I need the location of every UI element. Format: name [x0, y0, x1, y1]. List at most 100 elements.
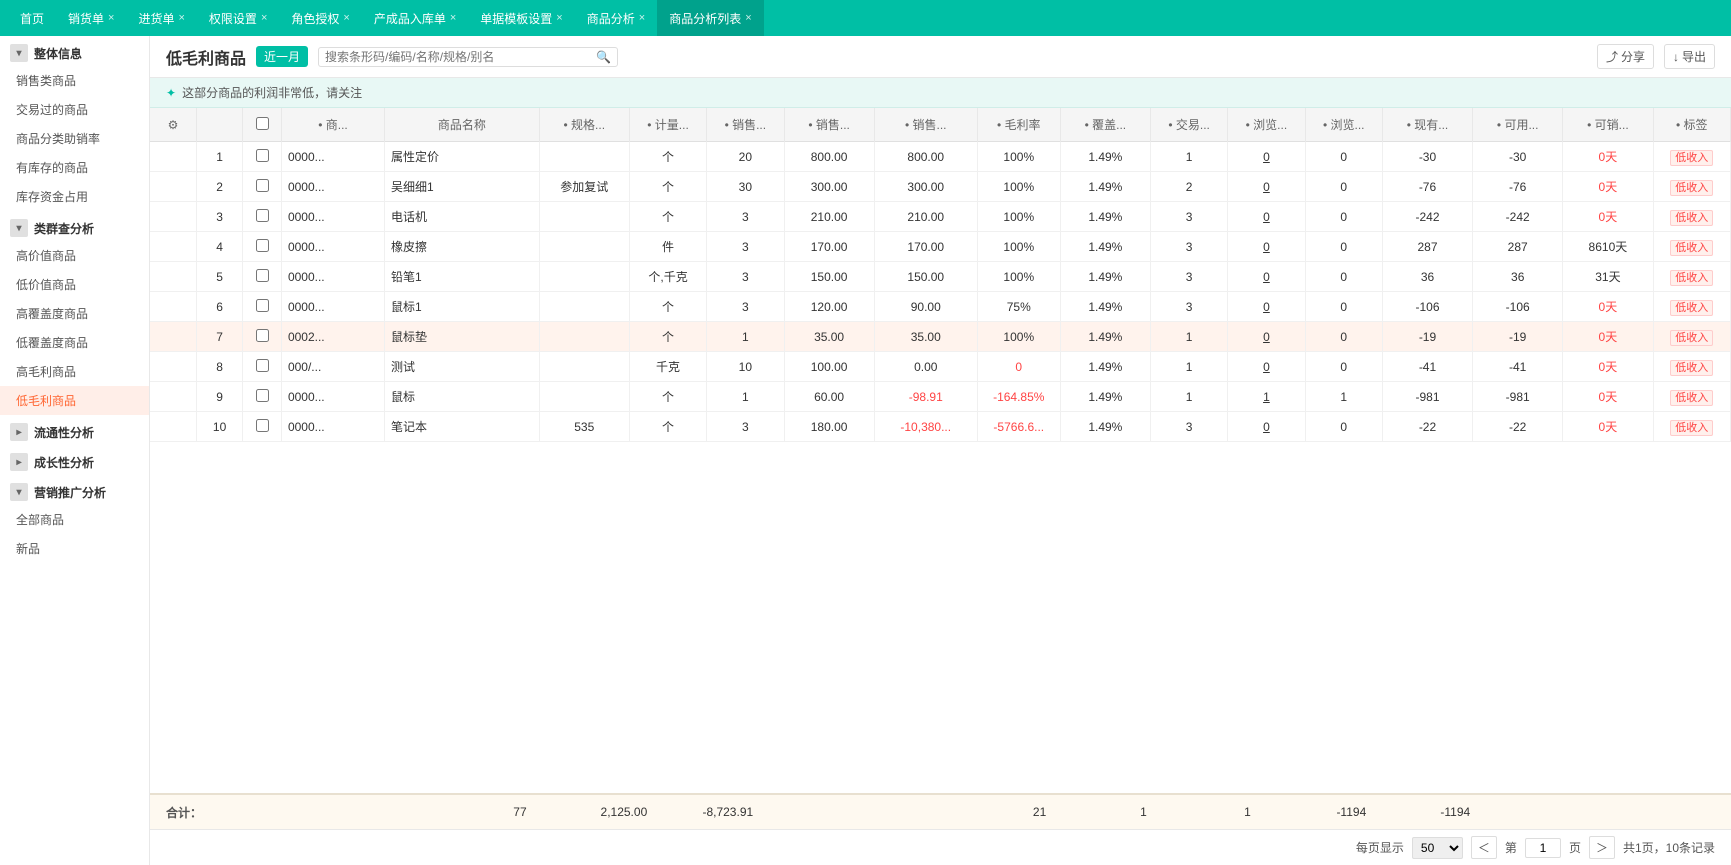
sidebar-item-new-goods[interactable]: 新品: [0, 534, 149, 563]
table-container[interactable]: ⚙ • 商... 商品名称 • 规格... • 计量... • 销售... • …: [150, 108, 1731, 793]
row-checkbox[interactable]: [256, 239, 269, 252]
search-icon[interactable]: 🔍: [596, 50, 611, 64]
cell-check[interactable]: [243, 382, 282, 412]
sidebar-group-overall[interactable]: ▾ 整体信息: [0, 36, 149, 66]
sidebar-group-marketing[interactable]: ▾ 营销推广分析: [0, 475, 149, 505]
sidebar-item-stock-goods[interactable]: 有库存的商品: [0, 153, 149, 182]
col-views2-header[interactable]: • 浏览...: [1305, 108, 1382, 142]
cell-check[interactable]: [243, 412, 282, 442]
nav-purchase-close[interactable]: ×: [178, 12, 184, 24]
cell-name[interactable]: 测试: [385, 352, 540, 382]
cell-name[interactable]: 笔记本: [385, 412, 540, 442]
per-page-select[interactable]: 50 100 200: [1412, 837, 1463, 859]
cell-name[interactable]: 鼠标1: [385, 292, 540, 322]
nav-roles-close[interactable]: ×: [343, 12, 349, 24]
cell-check[interactable]: [243, 292, 282, 322]
nav-template-close[interactable]: ×: [556, 12, 562, 24]
sidebar-item-low-value[interactable]: 低价值商品: [0, 270, 149, 299]
nav-home[interactable]: 首页: [8, 0, 56, 36]
select-all-checkbox[interactable]: [256, 117, 269, 130]
cell-views1[interactable]: 0: [1228, 202, 1305, 232]
nav-permissions-close[interactable]: ×: [261, 12, 267, 24]
row-checkbox[interactable]: [256, 419, 269, 432]
nav-roles[interactable]: 角色授权 ×: [279, 0, 361, 36]
col-views1-header[interactable]: • 浏览...: [1228, 108, 1305, 142]
sidebar-item-high-coverage[interactable]: 高覆盖度商品: [0, 299, 149, 328]
col-saleable-header[interactable]: • 可销...: [1563, 108, 1653, 142]
export-button[interactable]: ↓ 导出: [1664, 44, 1715, 69]
row-checkbox[interactable]: [256, 179, 269, 192]
sidebar-group-flow[interactable]: ▸ 流通性分析: [0, 415, 149, 445]
cell-name[interactable]: 鼠标: [385, 382, 540, 412]
col-sales-price-header[interactable]: • 销售...: [784, 108, 874, 142]
col-current-header[interactable]: • 现有...: [1382, 108, 1472, 142]
col-cover-header[interactable]: • 覆盖...: [1060, 108, 1150, 142]
nav-product-analysis[interactable]: 商品分析 ×: [575, 0, 657, 36]
sidebar-item-all-goods[interactable]: 全部商品: [0, 505, 149, 534]
sidebar-item-sales-goods[interactable]: 销售类商品: [0, 66, 149, 95]
search-input[interactable]: [325, 50, 596, 64]
cell-views1[interactable]: 0: [1228, 292, 1305, 322]
sidebar-item-low-margin[interactable]: 低毛利商品: [0, 386, 149, 415]
collapse-growth-icon[interactable]: ▸: [10, 453, 28, 471]
col-available-header[interactable]: • 可用...: [1473, 108, 1563, 142]
cell-views1[interactable]: 1: [1228, 382, 1305, 412]
cell-views1[interactable]: 0: [1228, 352, 1305, 382]
collapse-marketing-icon[interactable]: ▾: [10, 483, 28, 501]
nav-template[interactable]: 单据模板设置 ×: [468, 0, 574, 36]
cell-views1[interactable]: 0: [1228, 232, 1305, 262]
col-sales-qty-header[interactable]: • 销售...: [707, 108, 784, 142]
cell-views1[interactable]: 0: [1228, 262, 1305, 292]
collapse-cluster-icon[interactable]: ▾: [10, 219, 28, 237]
col-unit-header[interactable]: • 计量...: [629, 108, 706, 142]
sidebar-group-growth[interactable]: ▸ 成长性分析: [0, 445, 149, 475]
row-checkbox[interactable]: [256, 209, 269, 222]
sidebar-item-low-coverage[interactable]: 低覆盖度商品: [0, 328, 149, 357]
sidebar-group-cluster[interactable]: ▾ 类群查分析: [0, 211, 149, 241]
nav-product-list-close[interactable]: ×: [745, 12, 751, 24]
nav-sales[interactable]: 销货单 ×: [56, 0, 126, 36]
col-tag-header[interactable]: • 标签: [1653, 108, 1731, 142]
nav-product-entry[interactable]: 产成品入库单 ×: [362, 0, 468, 36]
row-checkbox[interactable]: [256, 359, 269, 372]
cell-name[interactable]: 铅笔1: [385, 262, 540, 292]
nav-sales-close[interactable]: ×: [108, 12, 114, 24]
cell-views1[interactable]: 0: [1228, 412, 1305, 442]
sidebar-item-capital[interactable]: 库存资金占用: [0, 182, 149, 211]
col-sales-amount-header[interactable]: • 销售...: [874, 108, 977, 142]
cell-check[interactable]: [243, 172, 282, 202]
cell-check[interactable]: [243, 352, 282, 382]
cell-name[interactable]: 电话机: [385, 202, 540, 232]
period-button[interactable]: 近一月: [256, 46, 308, 67]
row-checkbox[interactable]: [256, 329, 269, 342]
sidebar-item-high-value[interactable]: 高价值商品: [0, 241, 149, 270]
cell-name[interactable]: 鼠标垫: [385, 322, 540, 352]
sidebar-item-traded-goods[interactable]: 交易过的商品: [0, 95, 149, 124]
row-checkbox[interactable]: [256, 299, 269, 312]
nav-product-analysis-close[interactable]: ×: [639, 12, 645, 24]
col-code-header[interactable]: • 商...: [281, 108, 384, 142]
page-number-input[interactable]: [1525, 838, 1561, 858]
nav-product-list[interactable]: 商品分析列表 ×: [657, 0, 763, 36]
nav-product-entry-close[interactable]: ×: [450, 12, 456, 24]
share-button[interactable]: ⤴ 分享: [1597, 44, 1654, 69]
sidebar-item-category-rate[interactable]: 商品分类助销率: [0, 124, 149, 153]
collapse-flow-icon[interactable]: ▸: [10, 423, 28, 441]
col-settings[interactable]: ⚙: [150, 108, 196, 142]
nav-purchase[interactable]: 进货单 ×: [126, 0, 196, 36]
sidebar-item-high-margin[interactable]: 高毛利商品: [0, 357, 149, 386]
cell-check[interactable]: [243, 232, 282, 262]
row-checkbox[interactable]: [256, 149, 269, 162]
cell-check[interactable]: [243, 262, 282, 292]
row-checkbox[interactable]: [256, 389, 269, 402]
next-page-btn[interactable]: ＞: [1589, 836, 1615, 859]
row-checkbox[interactable]: [256, 269, 269, 282]
cell-check[interactable]: [243, 202, 282, 232]
cell-views1[interactable]: 0: [1228, 142, 1305, 172]
col-trade-header[interactable]: • 交易...: [1150, 108, 1227, 142]
cell-check[interactable]: [243, 322, 282, 352]
cell-views1[interactable]: 0: [1228, 172, 1305, 202]
prev-page-btn[interactable]: ＜: [1471, 836, 1497, 859]
cell-name[interactable]: 属性定价: [385, 142, 540, 172]
col-name-header[interactable]: 商品名称: [385, 108, 540, 142]
